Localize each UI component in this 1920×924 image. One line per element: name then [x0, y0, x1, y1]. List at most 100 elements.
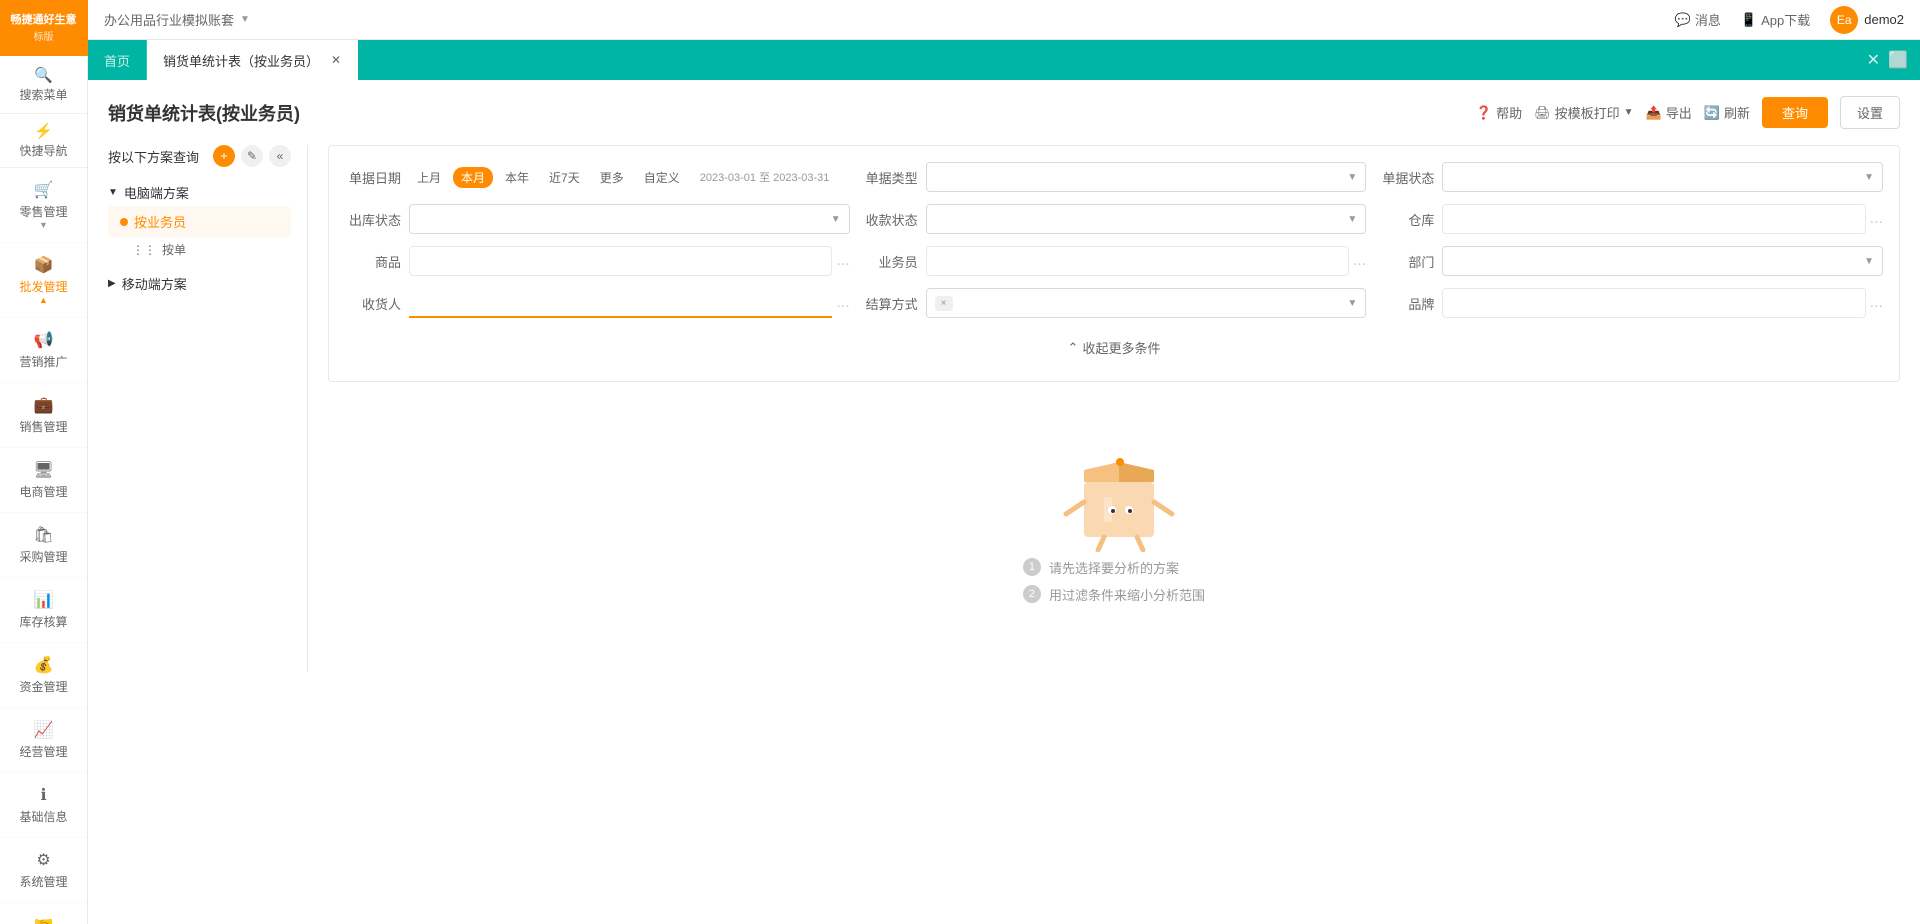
out-status-control[interactable]: ▼	[409, 204, 850, 234]
receiver-control: ...	[409, 288, 850, 318]
pay-status-control[interactable]: ▼	[926, 204, 1367, 234]
out-status-select[interactable]: ▼	[409, 204, 850, 234]
doc-status-select[interactable]: ▼	[1442, 162, 1883, 192]
sales-label: 销售管理	[19, 418, 67, 435]
sales-stat-tab-label: 销货单统计表（按业务员）	[163, 51, 319, 70]
date-tab-this-year[interactable]: 本年	[497, 167, 537, 188]
page-actions: ❓ 帮助 🖨 按模板打印 ▼ 📤 导出 🔄 刷新	[1476, 96, 1900, 129]
app-selector[interactable]: 办公用品行业模拟账套 ▼	[104, 10, 250, 29]
tab-close-all-button[interactable]: ✕	[1867, 50, 1880, 70]
scheme-tree: ▼ 电脑端方案 按业务员 ⋮⋮ 按单	[108, 179, 291, 297]
pc-group-arrow-icon: ▼	[108, 187, 118, 198]
sidebar-item-ecommerce[interactable]: 🖥 电商管理	[0, 448, 87, 513]
date-tab-7days[interactable]: 近7天	[541, 167, 588, 188]
print-button[interactable]: 🖨 按模板打印 ▼	[1534, 103, 1633, 122]
tab-maximize-button[interactable]: ⬜	[1888, 50, 1908, 70]
user-profile[interactable]: Ea demo2	[1830, 6, 1904, 34]
brand-dots-button[interactable]: ...	[1870, 294, 1883, 312]
search-icon: 🔍	[34, 66, 53, 84]
help-button[interactable]: ❓ 帮助	[1476, 103, 1522, 122]
empty-state: 1 请先选择要分析的方案 2 用过滤条件来缩小分析范围	[328, 382, 1900, 672]
finance-icon: 💰	[34, 655, 54, 675]
collapse-sidebar-button[interactable]: «	[269, 145, 291, 167]
scheme-item-by-order[interactable]: ⋮⋮ 按单	[108, 237, 291, 262]
sidebar-item-collab[interactable]: 🤝 企业协同	[0, 903, 87, 924]
brand-field: 品牌 ...	[1378, 288, 1883, 318]
sidebar-item-system[interactable]: ⚙ 系统管理	[0, 838, 87, 903]
mobile-group-label: 移动端方案	[122, 274, 187, 293]
ecommerce-label: 电商管理	[19, 483, 67, 500]
date-tab-more[interactable]: 更多	[592, 167, 632, 188]
tab-home[interactable]: 首页	[88, 40, 147, 80]
department-control[interactable]: ▼	[1442, 246, 1883, 276]
avatar: Ea	[1830, 6, 1858, 34]
edit-scheme-button[interactable]: ✎	[241, 145, 263, 167]
user-name: demo2	[1864, 12, 1904, 27]
help-label: 帮助	[1496, 103, 1522, 122]
doc-status-control[interactable]: ▼	[1442, 162, 1883, 192]
sidebar-item-business[interactable]: 📈 经营管理	[0, 708, 87, 773]
export-button[interactable]: 📤 导出	[1646, 103, 1692, 122]
basic-icon: ℹ	[40, 785, 46, 805]
warehouse-label: 仓库	[1378, 210, 1434, 229]
pc-scheme-group-label[interactable]: ▼ 电脑端方案	[108, 179, 291, 206]
receiver-input[interactable]	[409, 288, 832, 318]
filter-row-1: 单据日期 上月 本月 本年 近7天 更多 自定义	[345, 162, 1883, 192]
settings-button[interactable]: 设置	[1840, 96, 1900, 129]
department-arrow-icon: ▼	[1864, 256, 1874, 267]
salesperson-input[interactable]	[926, 246, 1349, 276]
collapse-conditions-button[interactable]: ⌃ 收起更多条件	[345, 330, 1883, 365]
sidebar-item-sales[interactable]: 💼 销售管理	[0, 383, 87, 448]
mobile-scheme-group-label[interactable]: ▶ 移动端方案	[108, 270, 291, 297]
sidebar-item-search[interactable]: 🔍 搜索菜单	[0, 56, 87, 114]
app-download-button[interactable]: 📱 App下载	[1741, 10, 1810, 29]
goods-input[interactable]	[409, 246, 832, 276]
sidebar-item-basic[interactable]: ℹ 基础信息	[0, 773, 87, 838]
payment-tag-close-button[interactable]: ×	[941, 298, 947, 309]
add-scheme-button[interactable]: +	[213, 145, 235, 167]
page-wrapper: 销货单统计表(按业务员) ❓ 帮助 🖨 按模板打印 ▼ 📤 导出	[88, 80, 1920, 924]
payment-control[interactable]: × ▼	[926, 288, 1367, 318]
date-tab-last-month[interactable]: 上月	[409, 167, 449, 188]
print-arrow-icon: ▼	[1624, 107, 1634, 118]
date-tab-this-month[interactable]: 本月	[453, 167, 493, 188]
filter-row-4: 收货人 ... 结算方式	[345, 288, 1883, 318]
scheme-item-by-salesperson[interactable]: 按业务员	[108, 206, 291, 237]
salesperson-dots-button[interactable]: ...	[1353, 252, 1366, 270]
warehouse-dots-button[interactable]: ...	[1870, 210, 1883, 228]
pay-status-field: 收款状态 ▼	[862, 204, 1367, 234]
brand-control: ...	[1442, 288, 1883, 318]
department-select[interactable]: ▼	[1442, 246, 1883, 276]
sidebar-item-purchase[interactable]: 🛍 采购管理	[0, 513, 87, 578]
query-button[interactable]: 查询	[1762, 97, 1828, 128]
message-button[interactable]: 💬 消息	[1675, 10, 1721, 29]
sidebar-item-inventory[interactable]: 📊 库存核算	[0, 578, 87, 643]
empty-hint-2: 2 用过滤条件来缩小分析范围	[1023, 585, 1205, 604]
finance-label: 资金管理	[19, 678, 67, 695]
warehouse-input[interactable]	[1442, 204, 1865, 234]
doc-type-control[interactable]: ▼	[926, 162, 1367, 192]
payment-arrow-icon: ▼	[1347, 298, 1357, 309]
tab-close-button[interactable]: ✕	[331, 53, 341, 67]
system-icon: ⚙	[36, 850, 50, 870]
receiver-dots-button[interactable]: ...	[836, 294, 849, 312]
brand-label: 品牌	[1378, 294, 1434, 313]
retail-icon: 🛒	[34, 180, 54, 200]
doc-type-select[interactable]: ▼	[926, 162, 1367, 192]
sidebar-item-shortcut[interactable]: ⚡ 快捷导航	[0, 114, 87, 168]
date-tab-custom[interactable]: 自定义	[636, 167, 688, 188]
sidebar-item-marketing[interactable]: 📢 营销推广	[0, 318, 87, 383]
refresh-button[interactable]: 🔄 刷新	[1704, 103, 1750, 122]
sidebar-item-wholesale[interactable]: 📦 批发管理 ▲	[0, 243, 87, 318]
ecommerce-icon: 🖥	[33, 460, 53, 480]
business-label: 经营管理	[19, 743, 67, 760]
sidebar-item-finance[interactable]: 💰 资金管理	[0, 643, 87, 708]
tab-sales-stat[interactable]: 销货单统计表（按业务员） ✕	[147, 40, 358, 80]
goods-dots-button[interactable]: ...	[836, 252, 849, 270]
salesperson-label: 业务员	[862, 252, 918, 271]
search-label: 搜索菜单	[19, 86, 67, 103]
brand-input[interactable]	[1442, 288, 1865, 318]
home-tab-label: 首页	[104, 51, 130, 70]
pay-status-select[interactable]: ▼	[926, 204, 1367, 234]
sidebar-item-retail[interactable]: 🛒 零售管理 ▼	[0, 168, 87, 243]
